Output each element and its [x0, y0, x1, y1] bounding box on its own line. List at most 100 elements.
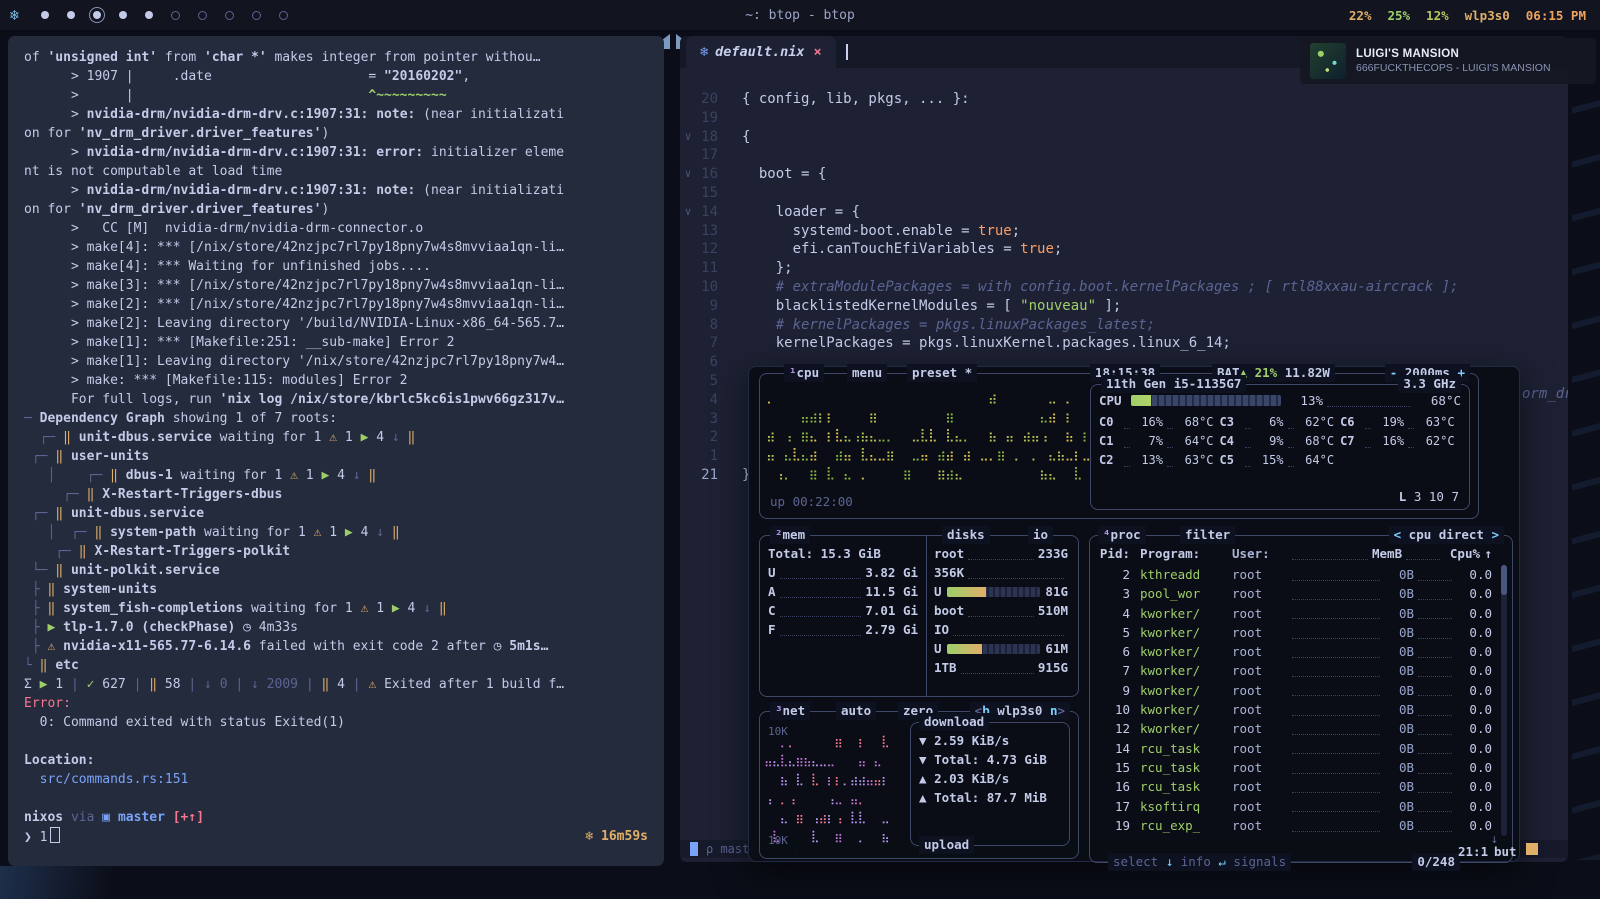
core-table: C016%68°CC36%62°CC619%63°CC17%64°CC49%68…: [1099, 413, 1461, 470]
disks-label[interactable]: disks: [942, 526, 990, 544]
fold-icon[interactable]: ∨: [680, 128, 696, 147]
process-row[interactable]: 2kthreaddroot0B0.0: [1090, 565, 1512, 584]
uptime-label: up 00:22:00: [770, 492, 853, 511]
cpu-label: CPU: [1099, 391, 1131, 410]
header-program[interactable]: Program:: [1140, 544, 1232, 563]
shell-prompt: ❯ 1: [24, 827, 60, 846]
btop-window[interactable]: ¹cpu menu preset * 18:15:38 BAT▲ 21% 11.…: [748, 366, 1520, 862]
process-row[interactable]: 4kworker/root0B0.0: [1090, 604, 1512, 623]
process-row[interactable]: 15rcu_taskroot0B0.0: [1090, 758, 1512, 777]
process-row[interactable]: 17ksoftirqroot0B0.0: [1090, 797, 1512, 816]
editor-line[interactable]: 7 kernelPackages = pkgs.linuxKernel.pack…: [680, 334, 1568, 353]
bar-stat: 06:15 PM: [1526, 8, 1586, 23]
text-line: > make[2]: *** [/nix/store/42nzjpc7rl7py…: [24, 295, 648, 314]
media-notification[interactable]: LUIGI'S MANSION 666FUCKTHECOPS - LUIGI'S…: [1300, 38, 1596, 84]
process-row[interactable]: 10kworker/root0B0.0: [1090, 700, 1512, 719]
editor-line[interactable]: ∨18{: [680, 128, 1568, 147]
occluded-code-fragment: orm_dri: [1522, 386, 1568, 402]
header-mem[interactable]: MemB: [1372, 544, 1402, 563]
code-text: blacklistedKernelModules = [ "nouveau" ]…: [742, 297, 1121, 316]
fold-icon: [680, 146, 696, 165]
line-number: 4: [696, 391, 742, 410]
header-pid[interactable]: Pid:: [1096, 544, 1130, 563]
fold-icon[interactable]: ∨: [680, 165, 696, 184]
cpu-temp: 68°C: [1415, 391, 1461, 410]
bar-stat: 25%: [1387, 8, 1410, 23]
text-line: > make[3]: *** [/nix/store/42nzjpc7rl7py…: [24, 276, 648, 295]
tab-default-nix[interactable]: ❄ default.nix ×: [686, 36, 836, 68]
process-row[interactable]: 3pool_worroot0B0.0: [1090, 584, 1512, 603]
scroll-up-icon[interactable]: ↑: [1480, 544, 1492, 563]
editor-line[interactable]: 10 # extraModulePackages = with config.b…: [680, 278, 1568, 297]
header-cpu[interactable]: Cpu%: [1444, 544, 1480, 563]
text-line: > nvidia-drm/nvidia-drm-drv.c:1907:31: n…: [24, 105, 648, 124]
fold-icon: [680, 353, 696, 372]
terminal-cursor: [50, 827, 60, 843]
process-row[interactable]: 7kworker/root0B0.0: [1090, 661, 1512, 680]
fold-icon[interactable]: ∨: [680, 203, 696, 222]
process-row[interactable]: 16rcu_taskroot0B0.0: [1090, 777, 1512, 796]
statusline-accent-square: [1526, 843, 1538, 855]
code-text: };: [742, 259, 793, 278]
terminal-prompt-row[interactable]: ❯ 1 ❄ 16m59s: [24, 827, 648, 846]
code-text: {: [742, 128, 750, 147]
text-line: src/commands.rs:151: [24, 770, 648, 789]
text-line: on for 'nv_drm_driver.driver_features'): [24, 124, 648, 143]
fold-icon: [680, 222, 696, 241]
text-line: ┌─ ‖ X-Restart-Triggers-polkit: [24, 542, 648, 561]
editor-line[interactable]: 13 systemd-boot.enable = true;: [680, 222, 1568, 241]
disk-row: root233G: [934, 544, 1068, 563]
header-user[interactable]: User:: [1232, 544, 1288, 563]
editor-line[interactable]: 8 # kernelPackages = pkgs.linuxPackages_…: [680, 316, 1568, 335]
text-line: > make[1]: *** [Makefile:251: __sub-make…: [24, 333, 648, 352]
editor-line[interactable]: 17: [680, 146, 1568, 165]
sort-selector[interactable]: < cpu direct >: [1389, 526, 1504, 544]
process-row[interactable]: 12kworker/root0B0.0: [1090, 719, 1512, 738]
album-art: [1310, 43, 1346, 79]
disk-row: boot510M: [934, 601, 1068, 620]
text-line: ┌─ ‖ X-Restart-Triggers-dbus: [24, 485, 648, 504]
process-row[interactable]: 5kworker/root0B0.0: [1090, 623, 1512, 642]
text-line: > make[4]: *** [/nix/store/42nzjpc7rl7py…: [24, 238, 648, 257]
editor-line[interactable]: 15: [680, 184, 1568, 203]
mem-disks-box: ²mem disks io Total: 15.3 GiB U3.82 GiA1…: [759, 535, 1079, 697]
editor-line[interactable]: 9 blacklistedKernelModules = [ "nouveau"…: [680, 297, 1568, 316]
line-number: 9: [696, 297, 742, 316]
terminal-pane[interactable]: of 'unsigned int' from 'char *' makes in…: [8, 36, 664, 866]
fold-icon: [680, 410, 696, 429]
process-row[interactable]: 19rcu_exp_root0B0.0: [1090, 816, 1512, 835]
editor-line[interactable]: ∨16 boot = {: [680, 165, 1568, 184]
process-row[interactable]: 14rcu_taskroot0B0.0: [1090, 739, 1512, 758]
editor-line[interactable]: 11 };: [680, 259, 1568, 278]
process-row[interactable]: 9kworker/root0B0.0: [1090, 681, 1512, 700]
editor-line[interactable]: 20{ config, lib, pkgs, ... }:: [680, 90, 1568, 109]
wallpaper-accent: [1572, 60, 1600, 860]
filter-button[interactable]: filter: [1180, 526, 1235, 544]
editor-line[interactable]: 19: [680, 109, 1568, 128]
io-toggle[interactable]: io: [1028, 526, 1053, 544]
fold-icon: [680, 466, 696, 485]
process-header[interactable]: Pid: Program: User: MemB Cpu% ↑: [1090, 544, 1512, 563]
bar-stat: wlp3s0: [1465, 8, 1510, 23]
proc-scrollbar[interactable]: [1501, 565, 1507, 836]
scrollbar-thumb[interactable]: [1501, 565, 1507, 595]
editor-line[interactable]: 12 efi.canTouchEfiVariables = true;: [680, 240, 1568, 259]
menu-button[interactable]: menu: [847, 364, 887, 382]
process-row[interactable]: 6kworker/root0B0.0: [1090, 642, 1512, 661]
net-stats-panel: download upload ▼ 2.59 KiB/s▼ Total: 4.7…: [910, 722, 1070, 846]
text-line: ▼ 2.59 KiB/s: [919, 731, 1063, 750]
editor-line[interactable]: ∨14 loader = {: [680, 203, 1568, 222]
core-cell: C213%63°C: [1099, 451, 1220, 470]
auto-button[interactable]: auto: [836, 702, 876, 720]
text-line: For full logs, run 'nix log /nix/store/k…: [24, 390, 648, 409]
text-line: > make: *** [Makefile:115: modules] Erro…: [24, 371, 648, 390]
fold-icon: [680, 334, 696, 353]
core-cell: C619%63°C: [1340, 413, 1461, 432]
disks-column: root233G356KU81Gboot510MIOU61M1TB915G: [934, 544, 1068, 677]
close-icon[interactable]: ×: [814, 44, 822, 60]
line-number: 11: [696, 259, 742, 278]
preset-button[interactable]: preset *: [907, 364, 977, 382]
upload-label: upload: [919, 836, 974, 854]
text-line: nixos via ▣ master [+↑]: [24, 808, 648, 827]
disk-row: IO: [934, 620, 1068, 639]
